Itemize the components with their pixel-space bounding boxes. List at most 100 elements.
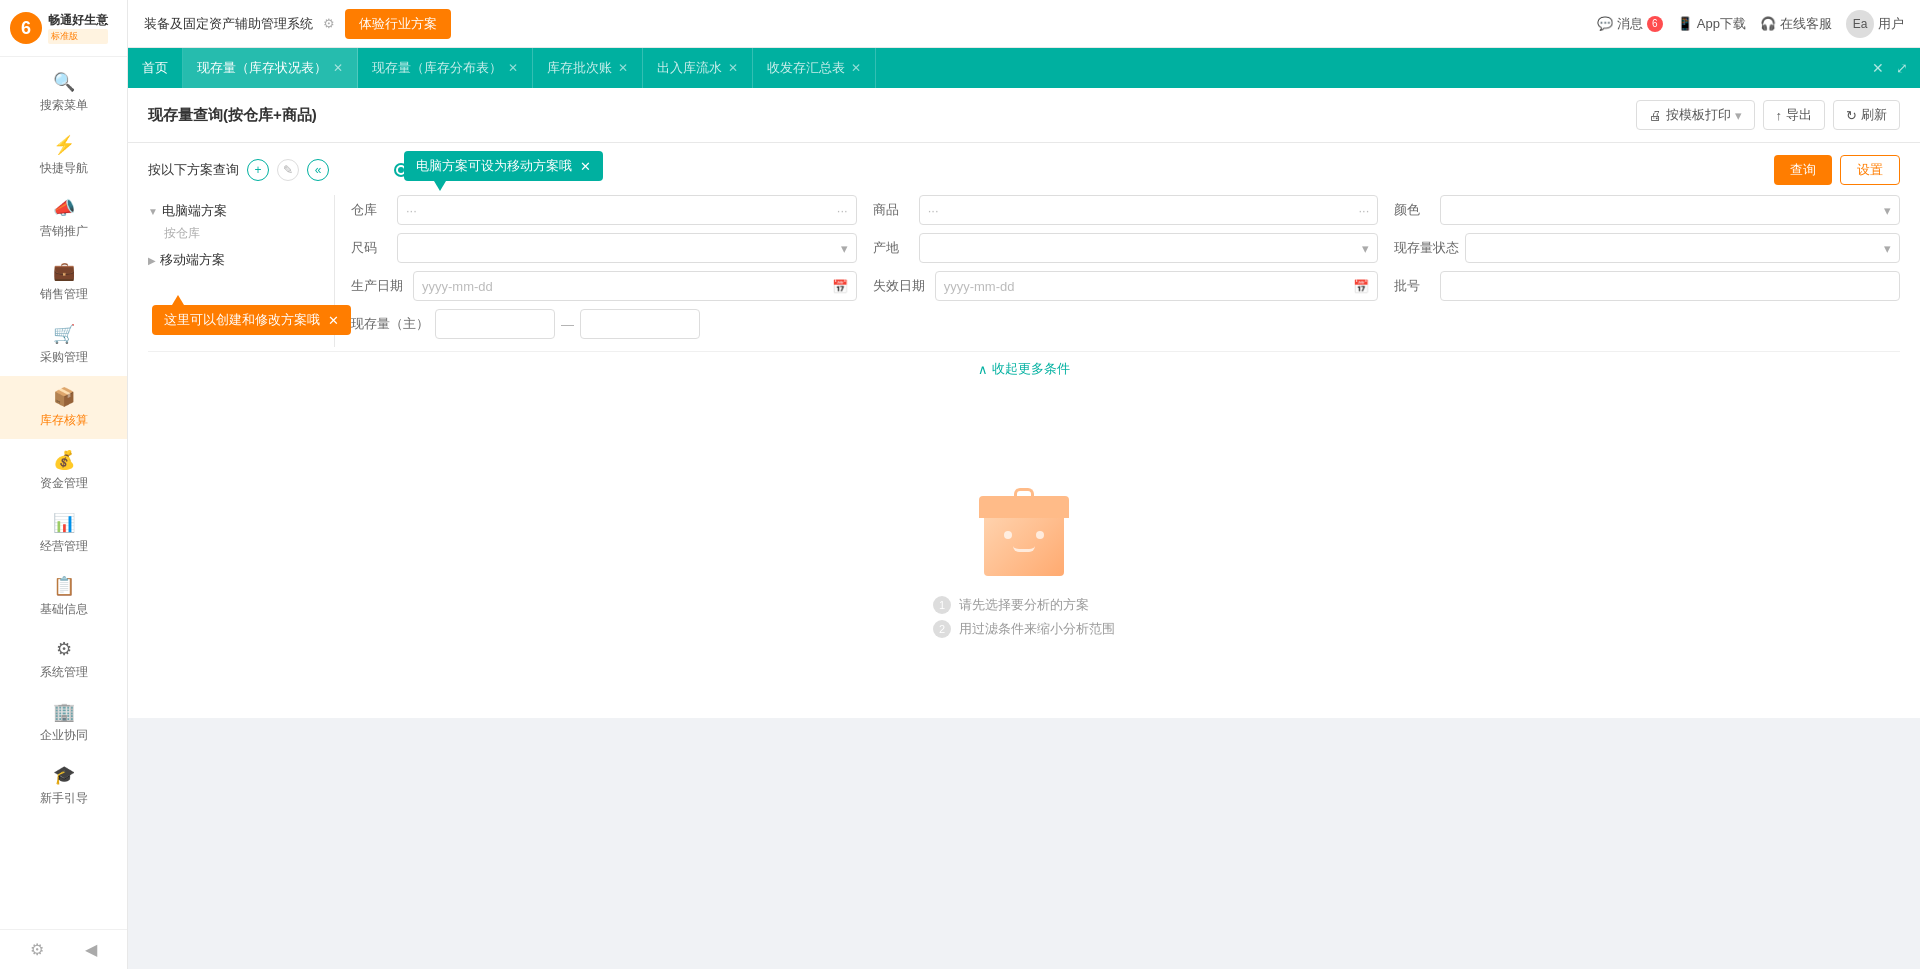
box-handle <box>1014 488 1034 498</box>
tab-close-icon[interactable]: ✕ <box>728 61 738 75</box>
maximize-icon[interactable]: ⤢ <box>1892 56 1912 80</box>
export-btn[interactable]: ↑ 导出 <box>1763 100 1826 130</box>
system-name: 装备及固定资产辅助管理系统 <box>144 15 313 33</box>
exp-date-label: 失效日期 <box>873 277 929 295</box>
calendar-icon: 📅 <box>832 279 848 294</box>
prod-date-input[interactable]: yyyy-mm-dd 📅 <box>413 271 857 301</box>
sidebar-item-sales[interactable]: 💼 销售管理 <box>0 250 127 313</box>
tabbar: 首页 现存量（库存状况表） ✕ 现存量（库存分布表） ✕ 库存批次账 ✕ 出入库… <box>128 48 1920 88</box>
industry-btn[interactable]: 体验行业方案 <box>345 9 451 39</box>
tab-batch-account[interactable]: 库存批次账 ✕ <box>533 48 643 88</box>
tab-close-icon[interactable]: ✕ <box>851 61 861 75</box>
tab-inventory-dist[interactable]: 现存量（库存分布表） ✕ <box>358 48 533 88</box>
guide-icon: 🎓 <box>53 764 75 786</box>
sidebar-item-basic[interactable]: 📋 基础信息 <box>0 565 127 628</box>
stock-main-label: 现存量（主） <box>351 315 429 333</box>
brand-text: 畅通好生意 标准版 <box>48 12 108 44</box>
reset-btn[interactable]: 设置 <box>1840 155 1900 185</box>
message-icon: 💬 <box>1597 16 1613 31</box>
chevron-up-icon: ∧ <box>978 362 988 377</box>
tooltip1-close[interactable]: ✕ <box>580 159 591 174</box>
collapse-icon[interactable]: ◀ <box>85 940 97 959</box>
chevron-right-icon2: ▶ <box>148 255 156 266</box>
tooltip1-text: 电脑方案可设为移动方案哦 <box>416 157 572 175</box>
filter-row4: 现存量（主） — <box>351 309 1900 339</box>
sidebar-item-quick-nav[interactable]: ⚡ 快捷导航 <box>0 124 127 187</box>
tooltip2-close[interactable]: ✕ <box>328 313 339 328</box>
sidebar-item-finance[interactable]: 💰 资金管理 <box>0 439 127 502</box>
brand-badge: 标准版 <box>48 29 108 44</box>
prod-date-placeholder: yyyy-mm-dd <box>422 279 493 294</box>
collapse-bar[interactable]: ∧ 收起更多条件 <box>148 351 1900 386</box>
field-warehouse: 仓库 ··· ··· <box>351 195 857 225</box>
settings-icon[interactable]: ⚙ <box>30 940 44 959</box>
sidebar-item-system[interactable]: ⚙ 系统管理 <box>0 628 127 691</box>
chevron-right-icon: ▼ <box>148 206 158 217</box>
warehouse-select[interactable]: ··· ··· <box>397 195 857 225</box>
sidebar-item-operations[interactable]: 📊 经营管理 <box>0 502 127 565</box>
scheme-mobile-group[interactable]: ▶ 移动端方案 <box>148 248 318 272</box>
user-item[interactable]: Ea 用户 <box>1846 10 1904 38</box>
main-area: 装备及固定资产辅助管理系统 ⚙ 体验行业方案 💬 消息 6 📱 App下载 🎧 … <box>128 0 1920 969</box>
calendar2-icon: 📅 <box>1353 279 1369 294</box>
edit-scheme-btn[interactable]: ✎ <box>277 159 299 181</box>
tab-close-icon[interactable]: ✕ <box>508 61 518 75</box>
exp-date-input[interactable]: yyyy-mm-dd 📅 <box>935 271 1379 301</box>
goods-label: 商品 <box>873 201 913 219</box>
tab-home[interactable]: 首页 <box>128 48 183 88</box>
eye-left <box>1004 531 1012 539</box>
tab-receive-summary[interactable]: 收发存汇总表 ✕ <box>753 48 876 88</box>
page-content: 现存量查询(按仓库+商品) 🖨 按模板打印 ▾ ↑ 导出 ↻ 刷新 <box>128 88 1920 969</box>
settings-gear-icon[interactable]: ⚙ <box>323 16 335 31</box>
topbar-left: 装备及固定资产辅助管理系统 ⚙ 体验行业方案 <box>144 9 451 39</box>
box-body <box>984 511 1064 576</box>
sidebar-item-purchase[interactable]: 🛒 采购管理 <box>0 313 127 376</box>
sidebar-item-search[interactable]: 🔍 搜索菜单 <box>0 61 127 124</box>
sidebar-footer: ⚙ ◀ <box>0 929 127 969</box>
sidebar-item-guide[interactable]: 🎓 新手引导 <box>0 754 127 817</box>
color-select[interactable]: ▾ <box>1440 195 1900 225</box>
print-btn[interactable]: 🖨 按模板打印 ▾ <box>1636 100 1755 130</box>
size-select[interactable]: ▾ <box>397 233 857 263</box>
add-scheme-btn[interactable]: + <box>247 159 269 181</box>
refresh-btn[interactable]: ↻ 刷新 <box>1833 100 1900 130</box>
tab-home-label: 首页 <box>142 59 168 77</box>
tab-close-icon[interactable]: ✕ <box>618 61 628 75</box>
sidebar-item-label: 库存核算 <box>40 412 88 429</box>
close-all-icon[interactable]: ✕ <box>1868 56 1888 80</box>
empty-text: 1 请先选择要分析的方案 2 用过滤条件来缩小分析范围 <box>933 596 1115 638</box>
sidebar-item-label: 销售管理 <box>40 286 88 303</box>
quick-nav-icon: ⚡ <box>53 134 75 156</box>
dots-icon: ··· <box>837 203 848 218</box>
tab-label: 出入库流水 <box>657 59 722 77</box>
tab-in-out-flow[interactable]: 出入库流水 ✕ <box>643 48 753 88</box>
scheme-pc-group[interactable]: ▼ 电脑端方案 <box>148 199 318 223</box>
tab-inventory-status[interactable]: 现存量（库存状况表） ✕ <box>183 48 358 88</box>
sidebar-item-inventory[interactable]: 📦 库存核算 <box>0 376 127 439</box>
sidebar-item-marketing[interactable]: 📣 营销推广 <box>0 187 127 250</box>
filter-row1: 仓库 ··· ··· 商品 ··· ··· <box>351 195 1900 225</box>
export-label: 导出 <box>1786 106 1812 124</box>
tab-label: 现存量（库存分布表） <box>372 59 502 77</box>
stock-min-input[interactable] <box>435 309 555 339</box>
origin-select[interactable]: ▾ <box>919 233 1379 263</box>
stock-status-select[interactable]: ▾ <box>1465 233 1900 263</box>
goods-select[interactable]: ··· ··· <box>919 195 1379 225</box>
size-chevron-icon: ▾ <box>841 241 848 256</box>
message-item[interactable]: 💬 消息 6 <box>1597 15 1663 33</box>
sidebar-item-label: 企业协同 <box>40 727 88 744</box>
app-download-item[interactable]: 📱 App下载 <box>1677 15 1746 33</box>
step1-text: 请先选择要分析的方案 <box>959 596 1089 614</box>
back-btn[interactable]: « <box>307 159 329 181</box>
online-service-item[interactable]: 🎧 在线客服 <box>1760 15 1832 33</box>
filter-area: 按以下方案查询 + ✎ « 电脑方案可设为移动方案哦 ✕ 查询 设置 <box>128 143 1920 386</box>
topbar: 装备及固定资产辅助管理系统 ⚙ 体验行业方案 💬 消息 6 📱 App下载 🎧 … <box>128 0 1920 48</box>
stock-max-input[interactable] <box>580 309 700 339</box>
topbar-right: 💬 消息 6 📱 App下载 🎧 在线客服 Ea 用户 <box>1597 10 1904 38</box>
scheme-panel: ▼ 电脑端方案 按仓库 ▶ 移动端方案 这里可以创建和修改方案哦 <box>148 195 318 347</box>
batch-input[interactable] <box>1440 271 1900 301</box>
sidebar-item-enterprise[interactable]: 🏢 企业协同 <box>0 691 127 754</box>
search-btn[interactable]: 查询 <box>1774 155 1832 185</box>
sidebar-item-label: 快捷导航 <box>40 160 88 177</box>
tab-close-icon[interactable]: ✕ <box>333 61 343 75</box>
